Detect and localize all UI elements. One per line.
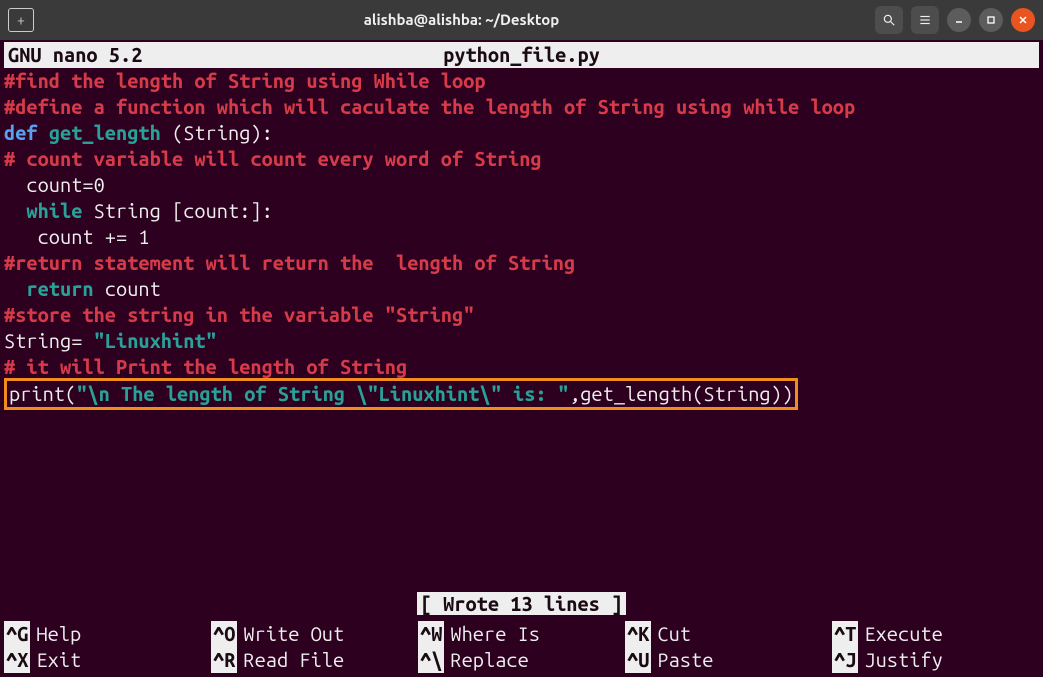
- code-string: "Linuxhint": [94, 329, 217, 352]
- shortcut-replace[interactable]: ^\Replace: [418, 647, 625, 673]
- close-button[interactable]: [1011, 8, 1035, 32]
- hamburger-menu-button[interactable]: [911, 6, 939, 34]
- minimize-button[interactable]: [947, 8, 971, 32]
- code-keyword: def: [4, 121, 49, 144]
- shortcut-cut[interactable]: ^KCut: [625, 621, 832, 647]
- code-comment: #return statement will return the length…: [4, 251, 575, 274]
- window-titlebar: alishba@alishba: ~/Desktop: [0, 0, 1043, 40]
- nano-status-text: [ Wrote 13 lines ]: [417, 592, 627, 615]
- new-tab-icon[interactable]: [8, 8, 34, 32]
- window-title: alishba@alishba: ~/Desktop: [48, 10, 875, 30]
- shortcut-writeout[interactable]: ^OWrite Out: [211, 621, 418, 647]
- shortcut-justify[interactable]: ^JJustify: [832, 647, 1039, 673]
- nano-filename: python_file.py: [350, 42, 692, 68]
- shortcut-readfile[interactable]: ^RRead File: [211, 647, 418, 673]
- search-button[interactable]: [875, 6, 903, 34]
- code-keyword: while: [4, 199, 94, 222]
- code-comment: # it will Print the length of String: [4, 355, 407, 378]
- nano-status-line: [ Wrote 13 lines ]: [0, 591, 1043, 617]
- code-text: ,get_length(String)): [569, 382, 793, 405]
- code-comment: # count variable will count every word o…: [4, 147, 542, 170]
- shortcut-execute[interactable]: ^TExecute: [832, 621, 1039, 647]
- code-text: count=0: [4, 173, 105, 196]
- code-text: (String):: [172, 121, 273, 144]
- nano-header-bar: GNU nano 5.2 python_file.py: [4, 42, 1039, 68]
- code-comment: #find the length of String using While l…: [4, 69, 486, 92]
- code-comment: #define a function which will caculate t…: [4, 95, 855, 118]
- shortcut-whereis[interactable]: ^WWhere Is: [418, 621, 625, 647]
- code-text: count: [105, 277, 161, 300]
- shortcut-paste[interactable]: ^UPaste: [625, 647, 832, 673]
- code-area[interactable]: #find the length of String using While l…: [4, 68, 1039, 410]
- code-text: count += 1: [4, 225, 150, 248]
- code-identifier: get_length: [49, 121, 172, 144]
- nano-shortcuts: ^GHelp ^OWrite Out ^WWhere Is ^KCut ^TEx…: [4, 621, 1039, 673]
- code-string: "\n The length of String \"Linuxhint\" i…: [76, 382, 569, 405]
- code-text: print(: [9, 382, 76, 405]
- maximize-button[interactable]: [979, 8, 1003, 32]
- nano-app-name: GNU nano 5.2: [8, 42, 350, 68]
- terminal-content[interactable]: GNU nano 5.2 python_file.py #find the le…: [0, 40, 1043, 677]
- code-keyword: return: [4, 277, 105, 300]
- code-comment: #store the string in the variable "Strin…: [4, 303, 474, 326]
- code-text: String [count:]:: [94, 199, 273, 222]
- highlighted-line: print("\n The length of String \"Linuxhi…: [4, 378, 798, 410]
- shortcut-exit[interactable]: ^XExit: [4, 647, 211, 673]
- code-text: String=: [4, 329, 94, 352]
- shortcut-help[interactable]: ^GHelp: [4, 621, 211, 647]
